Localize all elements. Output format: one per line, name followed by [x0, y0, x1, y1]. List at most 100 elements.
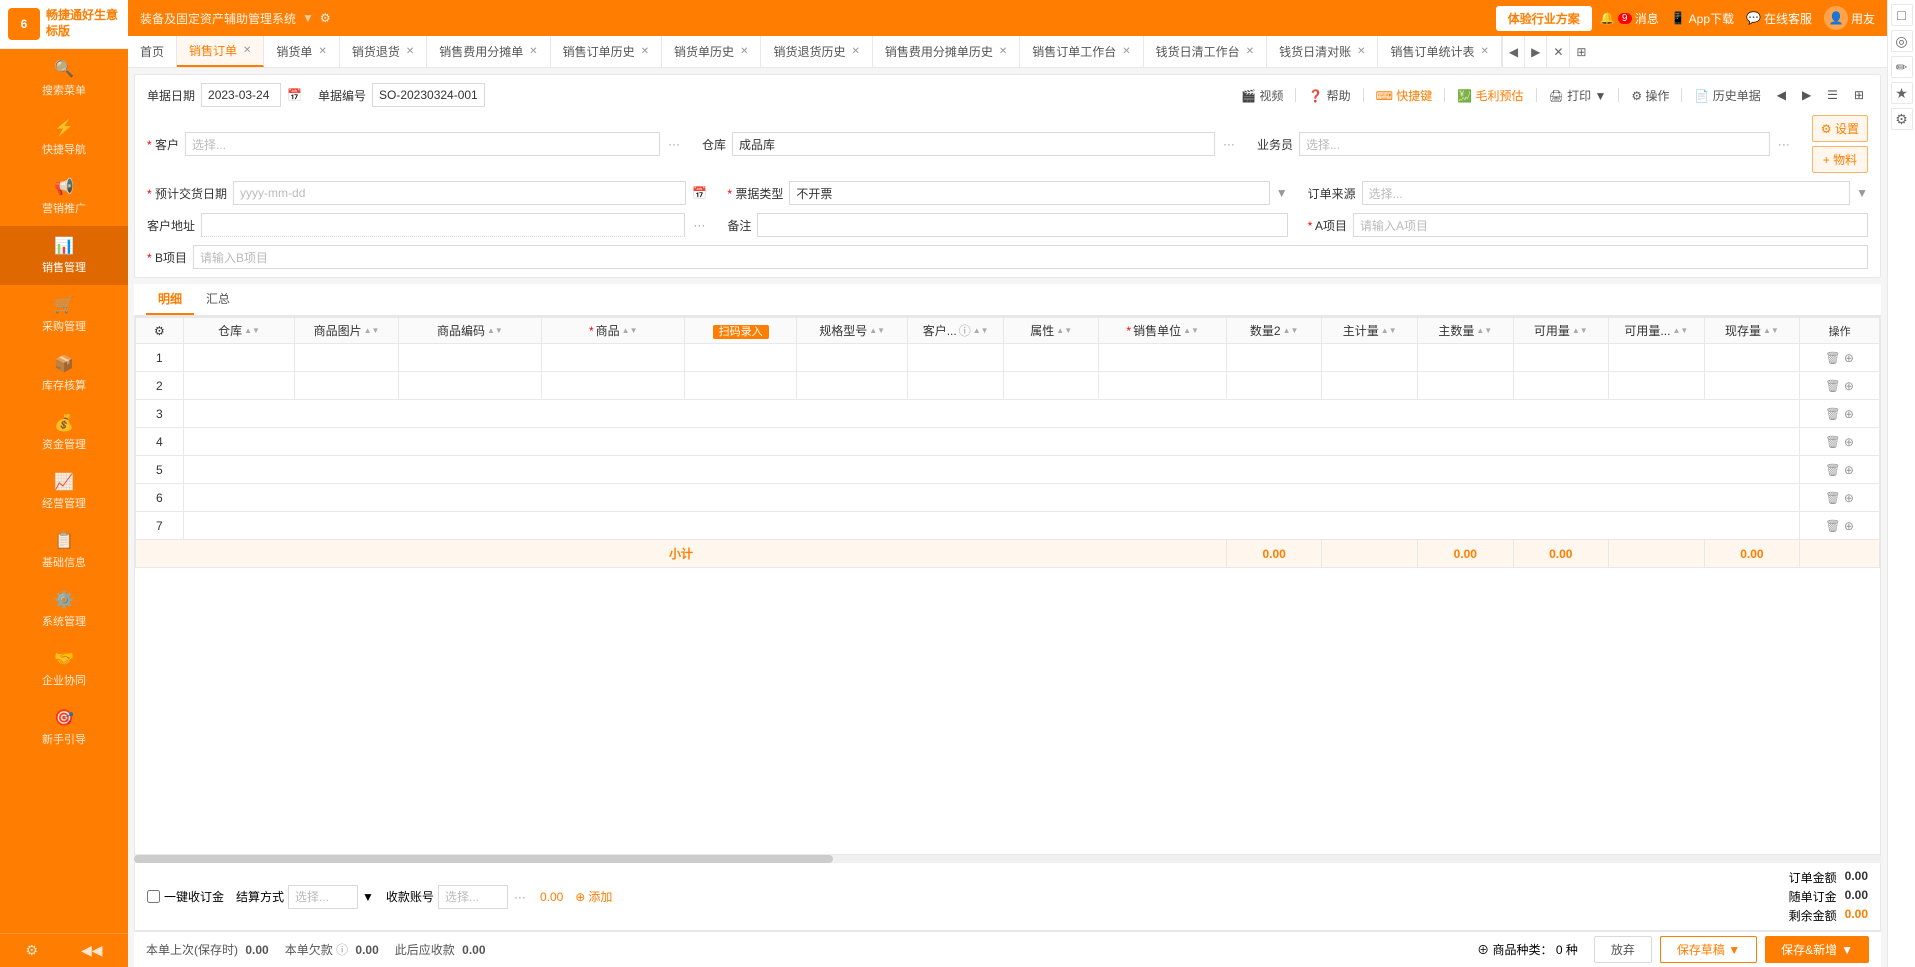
sidebar-item-quicknav[interactable]: ⚡ 快捷导航 — [0, 108, 128, 167]
customer-input[interactable]: 选择... — [185, 132, 660, 156]
tab-sales-fee[interactable]: 销售费用分摊单 ✕ — [427, 36, 550, 67]
grid-view-btn[interactable]: ⊞ — [1850, 86, 1868, 104]
row-2-available2[interactable] — [1609, 372, 1705, 400]
customer-code-info-icon[interactable]: ⓘ — [959, 322, 971, 339]
sidebar-item-collab[interactable]: 🤝 企业协同 — [0, 639, 128, 698]
tab-sales-return[interactable]: 销货退货 ✕ — [340, 36, 427, 67]
right-icon-2[interactable]: ◎ — [1891, 30, 1913, 52]
payment-method-select[interactable]: 选择... — [288, 885, 358, 909]
sort-icon[interactable]: ▲▼ — [487, 326, 503, 335]
sort-icon[interactable]: ▲▼ — [869, 326, 885, 335]
shortcut-btn[interactable]: ⌨ 快捷键 — [1372, 85, 1437, 106]
one-click-checkbox[interactable] — [147, 890, 160, 903]
debt-info-icon[interactable]: ⓘ — [336, 943, 348, 957]
warehouse-input[interactable]: 成品库 — [732, 132, 1215, 156]
sort-icon[interactable]: ▲▼ — [1283, 326, 1299, 335]
settings-icon[interactable]: ⚙ — [320, 11, 331, 25]
horizontal-scrollbar[interactable] — [134, 855, 1881, 863]
row-2-spec[interactable] — [796, 372, 907, 400]
tab-close-icon[interactable]: ✕ — [243, 45, 251, 56]
row-1-available[interactable] — [1513, 344, 1609, 372]
sort-icon[interactable]: ▲▼ — [1763, 326, 1779, 335]
sort-icon[interactable]: ▲▼ — [1572, 326, 1588, 335]
sort-icon[interactable]: ▲▼ — [1056, 326, 1072, 335]
address-input[interactable] — [201, 213, 685, 237]
invoice-dropdown-icon[interactable]: ▼ — [1276, 186, 1288, 200]
copy-icon[interactable]: ⊕ — [1844, 519, 1854, 533]
tab-summary[interactable]: 汇总 — [194, 284, 242, 315]
delete-icon[interactable]: 🗑 — [1825, 491, 1840, 505]
row-2-qty2[interactable] — [1226, 372, 1322, 400]
delete-icon[interactable]: 🗑 — [1825, 463, 1840, 477]
sidebar-item-search[interactable]: 🔍 搜索菜单 — [0, 49, 128, 108]
invoice-type-select[interactable]: 不开票 — [789, 181, 1269, 205]
copy-icon[interactable]: ⊕ — [1844, 407, 1854, 421]
delete-icon[interactable]: 🗑 — [1825, 435, 1840, 449]
copy-icon[interactable]: ⊕ — [1844, 379, 1854, 393]
save-new-button[interactable]: 保存&新增 ▼ — [1765, 936, 1869, 963]
help-btn[interactable]: ❓ 帮助 — [1304, 85, 1354, 106]
tab-home[interactable]: 首页 — [128, 36, 177, 67]
tab-close-icon[interactable]: ✕ — [641, 46, 649, 57]
draft-dropdown-icon[interactable]: ▼ — [1728, 943, 1740, 957]
b-project-input[interactable]: 请输入B项目 — [193, 245, 1868, 269]
copy-icon[interactable]: ⊕ — [1844, 491, 1854, 505]
sidebar-item-basic[interactable]: 📋 基础信息 — [0, 521, 128, 580]
delivery-calendar-icon[interactable]: 📅 — [692, 186, 707, 200]
tab-close-icon[interactable]: ✕ — [1246, 46, 1254, 57]
sidebar-item-sales[interactable]: 📊 销售管理 — [0, 226, 128, 285]
settings-button[interactable]: ⚙ 设置 — [1812, 115, 1868, 142]
tab-sales-stats[interactable]: 销售订单统计表 ✕ — [1378, 36, 1501, 67]
row-2-img[interactable] — [295, 372, 399, 400]
tab-close-icon[interactable]: ✕ — [1481, 46, 1489, 57]
sort-icon[interactable]: ▲▼ — [364, 326, 380, 335]
account-select[interactable]: 选择... — [438, 885, 508, 909]
tab-detail[interactable]: 明细 — [146, 284, 194, 315]
tab-close-icon[interactable]: ✕ — [851, 46, 859, 57]
add-material-button[interactable]: + 物料 — [1812, 146, 1868, 173]
row-2-available[interactable] — [1513, 372, 1609, 400]
tab-close-icon[interactable]: ✕ — [529, 46, 537, 57]
sort-icon[interactable]: ▲▼ — [622, 326, 638, 335]
row-2-current[interactable] — [1704, 372, 1800, 400]
tab-prev-nav[interactable]: ◀ — [1502, 36, 1524, 67]
row-1-cust-code[interactable] — [908, 344, 1004, 372]
delete-icon[interactable]: 🗑 — [1825, 379, 1840, 393]
list-view-btn[interactable]: ☰ — [1823, 86, 1842, 104]
tab-close-all[interactable]: ✕ — [1546, 36, 1569, 67]
tab-next-nav[interactable]: ▶ — [1524, 36, 1546, 67]
order-no-value[interactable]: SO-20230324-001 — [372, 83, 485, 107]
row-1-qty2[interactable] — [1226, 344, 1322, 372]
row-2-unit[interactable] — [1099, 372, 1226, 400]
row-1-unit[interactable] — [1099, 344, 1226, 372]
row-1-spec[interactable] — [796, 344, 907, 372]
add-row-button[interactable]: ⊕ 添加 — [575, 888, 612, 905]
delete-icon[interactable]: 🗑 — [1825, 519, 1840, 533]
tab-close-icon[interactable]: ✕ — [406, 46, 414, 57]
tab-close-icon[interactable]: ✕ — [1357, 46, 1365, 57]
tab-close-icon[interactable]: ✕ — [999, 46, 1007, 57]
row-2-attr[interactable] — [1003, 372, 1099, 400]
a-project-input[interactable]: 请输入A项目 — [1353, 213, 1868, 237]
solution-button[interactable]: 体验行业方案 — [1496, 6, 1592, 31]
customer-expand-btn[interactable]: ··· — [666, 137, 682, 151]
history-btn[interactable]: 📄 历史单据 — [1690, 85, 1764, 106]
row-1-warehouse[interactable] — [183, 344, 294, 372]
sidebar-item-purchase[interactable]: 🛒 采购管理 — [0, 285, 128, 344]
row-1-main-qty[interactable] — [1417, 344, 1513, 372]
prev-record-btn[interactable]: ◀ — [1773, 86, 1790, 104]
warehouse-expand-btn[interactable]: ··· — [1221, 137, 1237, 151]
row-1-scan[interactable] — [685, 344, 796, 372]
tab-close-icon[interactable]: ✕ — [318, 46, 326, 57]
sort-icon[interactable]: ▲▼ — [1476, 326, 1492, 335]
remark-input[interactable] — [757, 213, 1287, 237]
date-value[interactable]: 2023-03-24 — [201, 83, 281, 107]
sort-icon[interactable]: ▲▼ — [1672, 326, 1688, 335]
sort-icon[interactable]: ▲▼ — [244, 326, 260, 335]
sidebar-item-finance[interactable]: 💰 资金管理 — [0, 403, 128, 462]
row-1-img[interactable] — [295, 344, 399, 372]
profit-btn[interactable]: 💹 毛利预估 — [1453, 85, 1527, 106]
right-icon-4[interactable]: ★ — [1891, 82, 1913, 104]
delete-icon[interactable]: 🗑 — [1825, 351, 1840, 365]
sort-icon[interactable]: ▲▼ — [1183, 326, 1199, 335]
